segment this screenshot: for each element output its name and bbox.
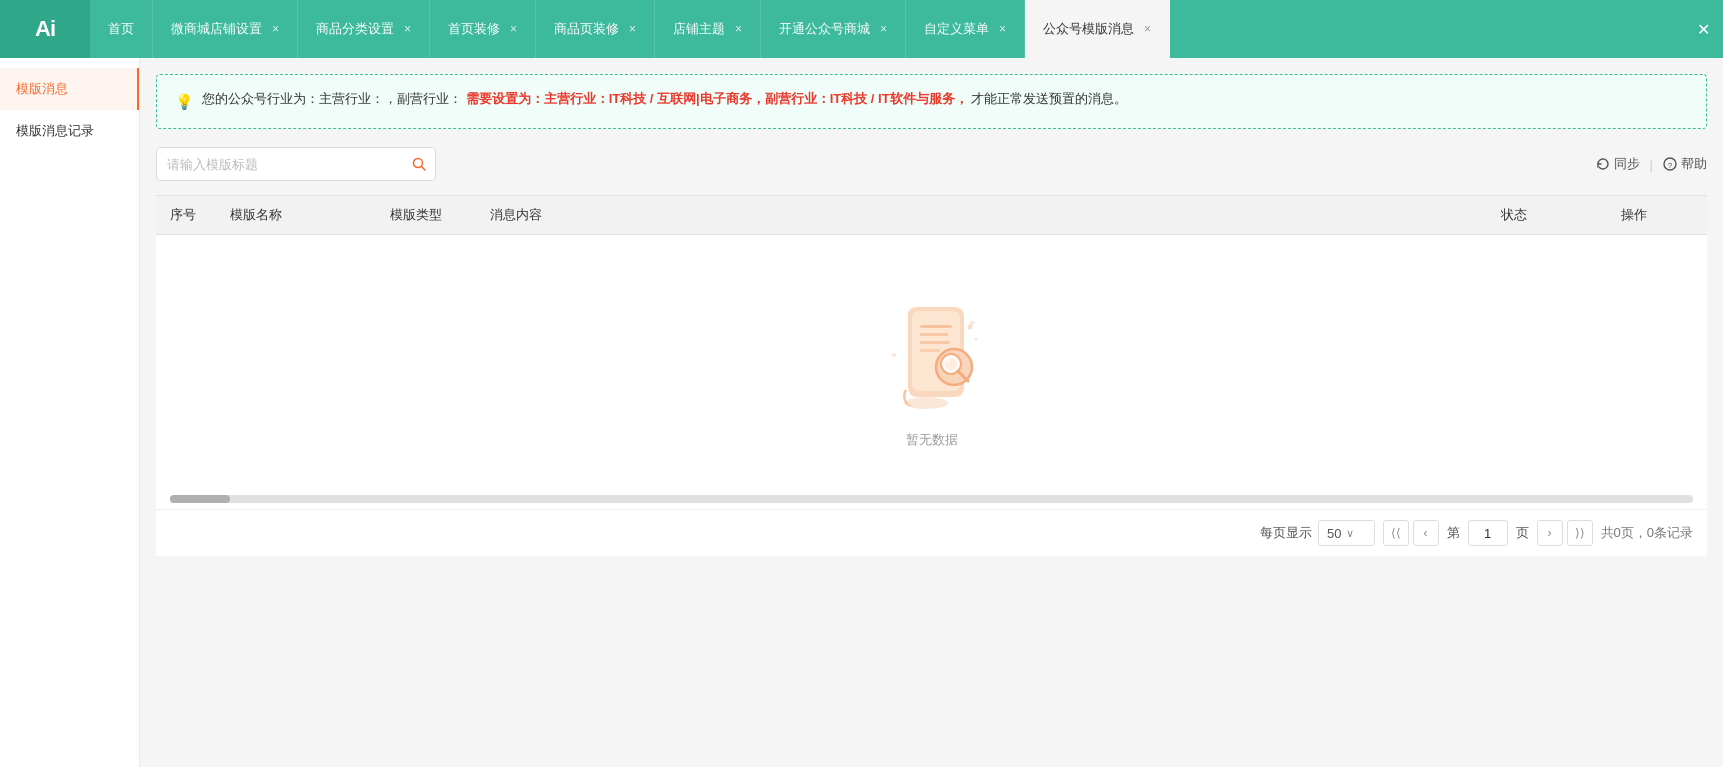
help-button[interactable]: ? 帮助 bbox=[1663, 155, 1707, 173]
tab-label: 商品页装修 bbox=[554, 20, 619, 38]
tab-close-icon[interactable]: × bbox=[999, 23, 1006, 35]
tab-close-icon[interactable]: × bbox=[272, 23, 279, 35]
empty-state: 暂无数据 bbox=[156, 235, 1707, 489]
tab-list: 首页微商城店铺设置×商品分类设置×首页装修×商品页装修×店铺主题×开通公众号商城… bbox=[90, 0, 1683, 58]
svg-rect-6 bbox=[920, 333, 948, 336]
search-button[interactable] bbox=[402, 147, 436, 181]
svg-point-15 bbox=[974, 338, 977, 341]
col-index: 序号 bbox=[156, 196, 216, 235]
tab-label: 自定义菜单 bbox=[924, 20, 989, 38]
svg-rect-8 bbox=[920, 349, 940, 352]
sidebar-item-template-msg-log[interactable]: 模版消息记录 bbox=[0, 110, 139, 152]
sync-icon bbox=[1596, 157, 1610, 171]
tab-custom-menu[interactable]: 自定义菜单 × bbox=[906, 0, 1025, 58]
svg-rect-7 bbox=[920, 341, 950, 344]
divider: | bbox=[1650, 157, 1653, 172]
col-name: 模版名称 bbox=[216, 196, 376, 235]
last-page-button[interactable]: ⟩⟩ bbox=[1567, 520, 1593, 546]
content-area: 💡 您的公众号行业为：主营行业：，副营行业： 需要设置为：主营行业：IT科技 /… bbox=[140, 58, 1723, 767]
tab-close-icon[interactable]: × bbox=[629, 23, 636, 35]
tab-label: 开通公众号商城 bbox=[779, 20, 870, 38]
page-size-select: 每页显示 50 ∨ bbox=[1260, 520, 1374, 546]
svg-rect-5 bbox=[920, 325, 952, 328]
col-status: 状态 bbox=[1487, 196, 1607, 235]
page-nav: ⟨⟨ ‹ 第 页 › ⟩⟩ bbox=[1383, 520, 1593, 546]
first-page-button[interactable]: ⟨⟨ bbox=[1383, 520, 1409, 546]
scroll-bar-wrap bbox=[156, 489, 1707, 509]
sidebar-item-template-msg[interactable]: 模版消息 bbox=[0, 68, 139, 110]
tab-label: 首页装修 bbox=[448, 20, 500, 38]
tab-label: 商品分类设置 bbox=[316, 20, 394, 38]
data-table: 序号 模版名称 模版类型 消息内容 状态 操作 bbox=[156, 195, 1707, 235]
toolbar-right: 同步 | ? 帮助 bbox=[1596, 155, 1707, 173]
tab-label: 微商城店铺设置 bbox=[171, 20, 262, 38]
scroll-thumb[interactable] bbox=[170, 495, 230, 503]
search-bar: 同步 | ? 帮助 bbox=[156, 147, 1707, 181]
page-size-dropdown[interactable]: 50 ∨ bbox=[1318, 520, 1374, 546]
search-icon bbox=[412, 157, 426, 171]
tab-close-icon[interactable]: × bbox=[880, 23, 887, 35]
tab-category-settings[interactable]: 商品分类设置 × bbox=[298, 0, 430, 58]
col-action: 操作 bbox=[1607, 196, 1707, 235]
page-label-di: 第 bbox=[1447, 524, 1460, 542]
search-input-wrap bbox=[156, 147, 436, 181]
next-page-button[interactable]: › bbox=[1537, 520, 1563, 546]
tab-label: 店铺主题 bbox=[673, 20, 725, 38]
svg-point-16 bbox=[892, 353, 896, 357]
col-type: 模版类型 bbox=[376, 196, 476, 235]
tab-close-icon[interactable]: × bbox=[735, 23, 742, 35]
chevron-down-icon: ∨ bbox=[1346, 527, 1354, 540]
total-info: 共0页，0条记录 bbox=[1601, 524, 1693, 542]
sidebar: 模版消息模版消息记录 bbox=[0, 58, 140, 767]
tab-close-icon[interactable]: × bbox=[510, 23, 517, 35]
tab-product-decor[interactable]: 商品页装修 × bbox=[536, 0, 655, 58]
main-layout: 模版消息模版消息记录 💡 您的公众号行业为：主营行业：，副营行业： 需要设置为：… bbox=[0, 58, 1723, 767]
page-label: 页 bbox=[1516, 524, 1529, 542]
col-content: 消息内容 bbox=[476, 196, 1487, 235]
tab-store-theme[interactable]: 店铺主题 × bbox=[655, 0, 761, 58]
search-input[interactable] bbox=[156, 147, 436, 181]
table-container: 序号 模版名称 模版类型 消息内容 状态 操作 bbox=[156, 195, 1707, 556]
tab-home-decor[interactable]: 首页装修 × bbox=[430, 0, 536, 58]
close-all-button[interactable]: ✕ bbox=[1683, 0, 1723, 58]
prev-page-button[interactable]: ‹ bbox=[1413, 520, 1439, 546]
empty-illustration bbox=[872, 295, 992, 415]
tab-template-msg[interactable]: 公众号模版消息 × bbox=[1025, 0, 1170, 58]
alert-text: 您的公众号行业为：主营行业：，副营行业： 需要设置为：主营行业：IT科技 / 互… bbox=[202, 89, 1127, 110]
top-nav: Ai 首页微商城店铺设置×商品分类设置×首页装修×商品页装修×店铺主题×开通公众… bbox=[0, 0, 1723, 58]
tab-home[interactable]: 首页 bbox=[90, 0, 153, 58]
tab-label: 首页 bbox=[108, 20, 134, 38]
tab-close-icon[interactable]: × bbox=[404, 23, 411, 35]
tab-wsc-settings[interactable]: 微商城店铺设置 × bbox=[153, 0, 298, 58]
tab-open-mall[interactable]: 开通公众号商城 × bbox=[761, 0, 906, 58]
alert-icon: 💡 bbox=[175, 90, 194, 114]
pagination-bar: 每页显示 50 ∨ ⟨⟨ ‹ 第 页 › ⟩⟩ 共0页，0条记录 bbox=[156, 509, 1707, 556]
svg-point-13 bbox=[946, 359, 950, 363]
svg-point-4 bbox=[904, 397, 948, 409]
help-icon: ? bbox=[1663, 157, 1677, 171]
sync-button[interactable]: 同步 bbox=[1596, 155, 1640, 173]
tab-close-icon[interactable]: × bbox=[1144, 23, 1151, 35]
empty-text: 暂无数据 bbox=[906, 431, 958, 449]
table-header: 序号 模版名称 模版类型 消息内容 状态 操作 bbox=[156, 196, 1707, 235]
page-input[interactable] bbox=[1468, 520, 1508, 546]
svg-line-1 bbox=[422, 167, 426, 171]
scroll-track[interactable] bbox=[170, 495, 1693, 503]
app-logo: Ai bbox=[0, 0, 90, 58]
alert-banner: 💡 您的公众号行业为：主营行业：，副营行业： 需要设置为：主营行业：IT科技 /… bbox=[156, 74, 1707, 129]
tab-label: 公众号模版消息 bbox=[1043, 20, 1134, 38]
svg-text:?: ? bbox=[1668, 161, 1673, 170]
